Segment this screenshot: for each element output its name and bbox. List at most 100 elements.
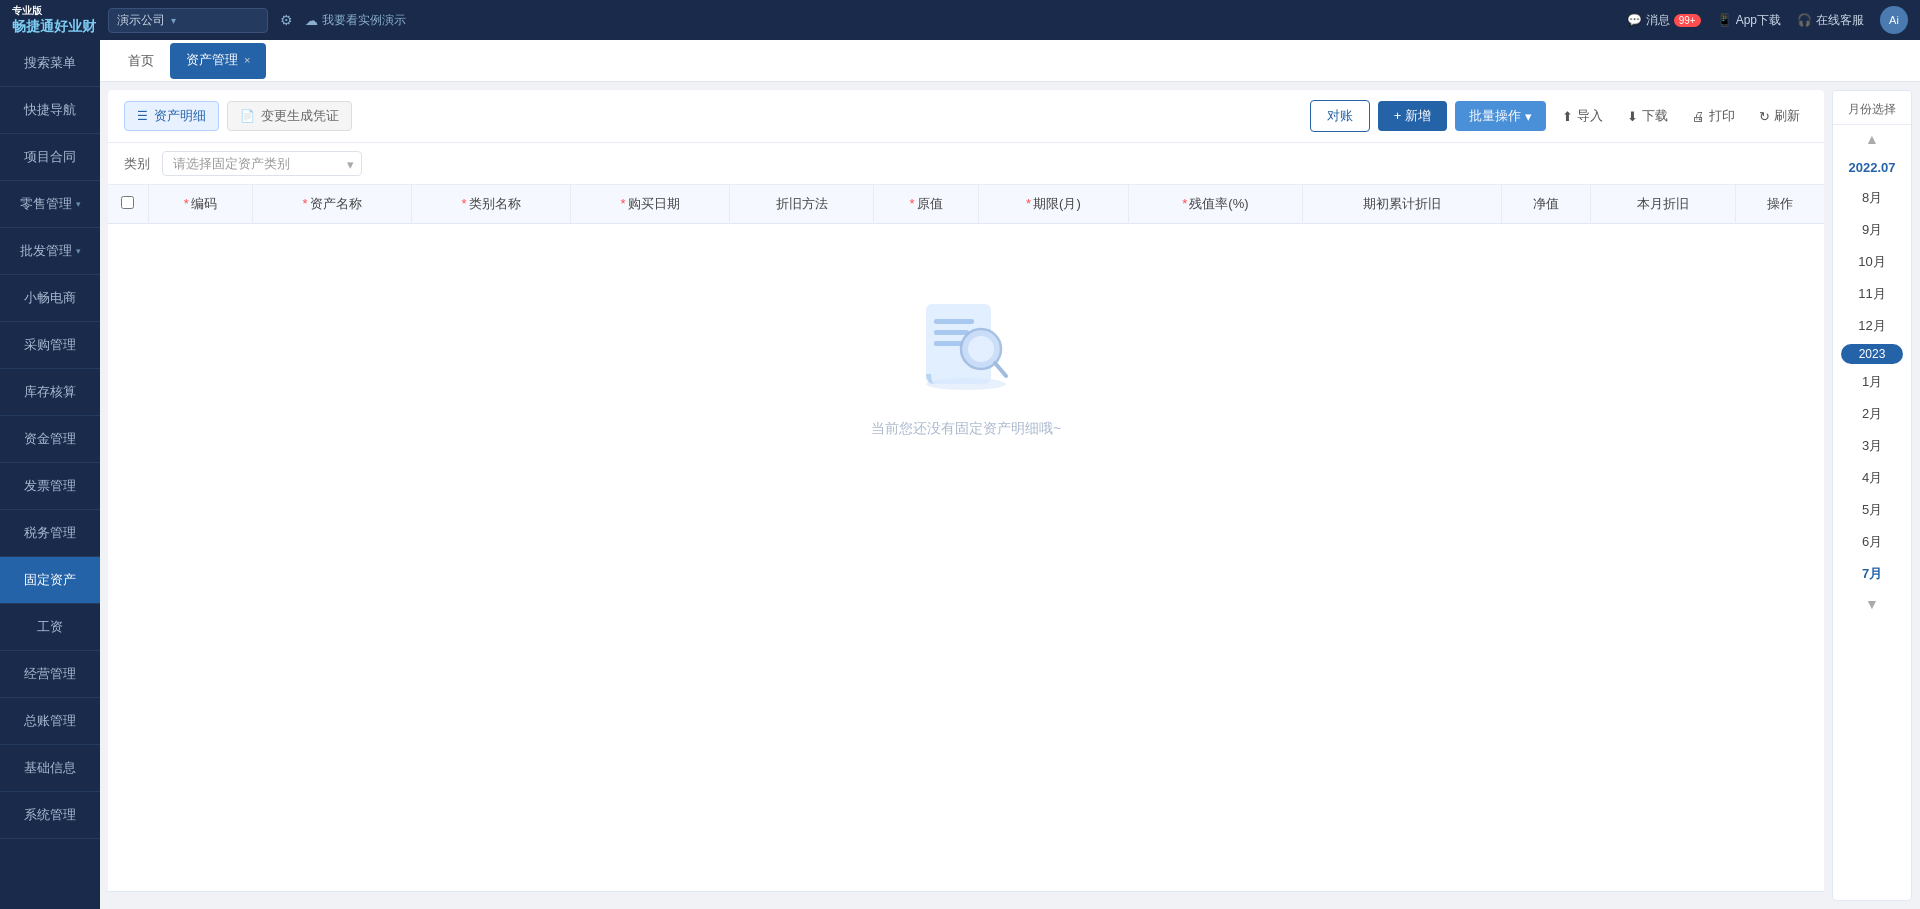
month-picker-nav: ▲ xyxy=(1833,125,1911,153)
category-select-wrap: 请选择固定资产类别 xyxy=(162,151,362,176)
top-bar-right: 💬 消息 99+ 📱 App下载 🎧 在线客服 Ai xyxy=(1627,6,1908,34)
main-panel: ☰ 资产明细 📄 变更生成凭证 对账 + 新增 批量操作 ▾ xyxy=(108,90,1824,901)
category-select[interactable]: 请选择固定资产类别 xyxy=(162,151,362,176)
sidebar-item-wholesale[interactable]: 批发管理 ▾ xyxy=(0,228,100,275)
month-picker-header: 月份选择 xyxy=(1833,95,1911,125)
sidebar-item-inventory[interactable]: 库存核算 xyxy=(0,369,100,416)
month-item-2[interactable]: 2月 xyxy=(1833,398,1911,430)
sidebar-item-finance[interactable]: 资金管理 xyxy=(0,416,100,463)
sidebar-item-invoice[interactable]: 发票管理 xyxy=(0,463,100,510)
tab-asset-mgmt[interactable]: 资产管理 × xyxy=(170,43,266,79)
sidebar-item-basic[interactable]: 基础信息 xyxy=(0,745,100,792)
message-badge: 99+ xyxy=(1674,14,1701,27)
month-item-5[interactable]: 5月 xyxy=(1833,494,1911,526)
company-selector[interactable]: 演示公司 ▾ xyxy=(108,8,268,33)
chevron-down-icon: ▾ xyxy=(76,246,81,256)
category-label: 类别 xyxy=(124,155,150,173)
sidebar-item-ecom[interactable]: 小畅电商 xyxy=(0,275,100,322)
month-item-4[interactable]: 4月 xyxy=(1833,462,1911,494)
month-item-11[interactable]: 11月 xyxy=(1833,278,1911,310)
page-content: ☰ 资产明细 📄 变更生成凭证 对账 + 新增 批量操作 ▾ xyxy=(100,82,1920,909)
import-button[interactable]: ⬆ 导入 xyxy=(1554,102,1611,130)
month-item-8[interactable]: 8月 xyxy=(1833,182,1911,214)
month-down-arrow[interactable]: ▼ xyxy=(1859,594,1885,614)
app-download-button[interactable]: 📱 App下载 xyxy=(1717,12,1781,29)
sidebar-item-tax[interactable]: 税务管理 xyxy=(0,510,100,557)
online-service-button[interactable]: 🎧 在线客服 xyxy=(1797,12,1864,29)
month-item-current[interactable]: 2022.07 xyxy=(1833,153,1911,182)
add-button[interactable]: + 新增 xyxy=(1378,101,1447,131)
th-depreciation-method: 折旧方法 xyxy=(730,185,874,224)
top-bar: 专业版 畅捷通好业财 演示公司 ▾ ⚙ ☁ 我要看实例演示 💬 消息 99+ 📱… xyxy=(0,0,1920,40)
svg-rect-3 xyxy=(934,330,969,335)
empty-state: 当前您还没有固定资产明细哦~ xyxy=(108,224,1824,498)
month-item-6[interactable]: 6月 xyxy=(1833,526,1911,558)
app-logo: 专业版 畅捷通好业财 xyxy=(12,4,96,36)
month-item-10[interactable]: 10月 xyxy=(1833,246,1911,278)
demo-link[interactable]: ☁ 我要看实例演示 xyxy=(305,12,406,29)
sidebar-item-shortcut[interactable]: 快捷导航 xyxy=(0,87,100,134)
month-up-arrow[interactable]: ▲ xyxy=(1859,129,1885,149)
th-net-value: 净值 xyxy=(1501,185,1591,224)
month-item-7[interactable]: 7月 xyxy=(1833,558,1911,590)
sidebar-item-retail[interactable]: 零售管理 ▾ xyxy=(0,181,100,228)
close-icon[interactable]: × xyxy=(244,54,250,66)
tab-asset-detail[interactable]: ☰ 资产明细 xyxy=(124,101,219,131)
toolbar: ☰ 资产明细 📄 变更生成凭证 对账 + 新增 批量操作 ▾ xyxy=(108,90,1824,143)
download-icon: ⬇ xyxy=(1627,109,1638,124)
svg-rect-4 xyxy=(934,341,964,346)
assets-table: 编码 资产名称 类别名称 购买日期 折旧方法 原值 期限(月) 残值率(%) 期… xyxy=(108,185,1824,498)
refresh-icon: ↻ xyxy=(1759,109,1770,124)
sidebar-item-fixed-assets[interactable]: 固定资产 xyxy=(0,557,100,604)
download-button[interactable]: ⬇ 下载 xyxy=(1619,102,1676,130)
sidebar-item-ledger[interactable]: 总账管理 xyxy=(0,698,100,745)
list-icon: ☰ xyxy=(137,109,148,123)
month-picker-panel: 月份选择 ▲ 2022.07 8月 9月 10月 11月 12月 2023 1月… xyxy=(1832,90,1912,901)
import-icon: ⬆ xyxy=(1562,109,1573,124)
sidebar-item-mgmt[interactable]: 经营管理 xyxy=(0,651,100,698)
chevron-down-icon: ▾ xyxy=(76,199,81,209)
th-asset-name: 资产名称 xyxy=(253,185,412,224)
headset-icon: 🎧 xyxy=(1797,13,1812,27)
doc-icon: 📄 xyxy=(240,109,255,123)
batch-operation-button[interactable]: 批量操作 ▾ xyxy=(1455,101,1546,131)
cloud-icon: ☁ xyxy=(305,13,318,28)
empty-illustration xyxy=(906,284,1026,404)
nav-tabs: 首页 资产管理 × xyxy=(100,40,1920,82)
sidebar-item-system[interactable]: 系统管理 xyxy=(0,792,100,839)
company-name: 演示公司 xyxy=(117,12,165,29)
toolbar-right: 对账 + 新增 批量操作 ▾ ⬆ 导入 ⬇ 下载 xyxy=(1310,100,1808,132)
avatar[interactable]: Ai xyxy=(1880,6,1908,34)
bottom-scrollbar[interactable] xyxy=(108,891,1824,901)
sidebar-item-purchase[interactable]: 采购管理 xyxy=(0,322,100,369)
message-button[interactable]: 💬 消息 99+ xyxy=(1627,12,1701,29)
main-layout: 搜索菜单 快捷导航 项目合同 零售管理 ▾ 批发管理 ▾ 小畅电商 采购管理 库… xyxy=(0,40,1920,909)
svg-line-7 xyxy=(995,363,1006,376)
th-original-value: 原值 xyxy=(874,185,979,224)
svg-point-6 xyxy=(968,336,994,362)
settings-icon[interactable]: ⚙ xyxy=(280,12,293,28)
refresh-button[interactable]: ↻ 刷新 xyxy=(1751,102,1808,130)
tab-home[interactable]: 首页 xyxy=(112,44,170,78)
chevron-down-icon: ▾ xyxy=(1525,109,1532,124)
print-button[interactable]: 🖨 打印 xyxy=(1684,102,1743,130)
th-purchase-date: 购买日期 xyxy=(571,185,730,224)
month-item-3[interactable]: 3月 xyxy=(1833,430,1911,462)
logo-subtitle: 专业版 xyxy=(12,4,96,18)
select-all-checkbox[interactable] xyxy=(121,196,134,209)
month-item-9[interactable]: 9月 xyxy=(1833,214,1911,246)
month-item-12[interactable]: 12月 xyxy=(1833,310,1911,342)
print-icon: 🖨 xyxy=(1692,109,1705,124)
month-item-1[interactable]: 1月 xyxy=(1833,366,1911,398)
tab-change-voucher[interactable]: 📄 变更生成凭证 xyxy=(227,101,352,131)
sidebar-item-salary[interactable]: 工资 xyxy=(0,604,100,651)
empty-text: 当前您还没有固定资产明细哦~ xyxy=(871,420,1061,438)
sidebar-item-search[interactable]: 搜索菜单 xyxy=(0,40,100,87)
year-badge-2023: 2023 xyxy=(1841,344,1903,364)
sidebar-item-project[interactable]: 项目合同 xyxy=(0,134,100,181)
phone-icon: 📱 xyxy=(1717,13,1732,27)
th-checkbox xyxy=(108,185,148,224)
th-operation: 操作 xyxy=(1735,185,1824,224)
th-category-name: 类别名称 xyxy=(412,185,571,224)
reconcile-button[interactable]: 对账 xyxy=(1310,100,1370,132)
